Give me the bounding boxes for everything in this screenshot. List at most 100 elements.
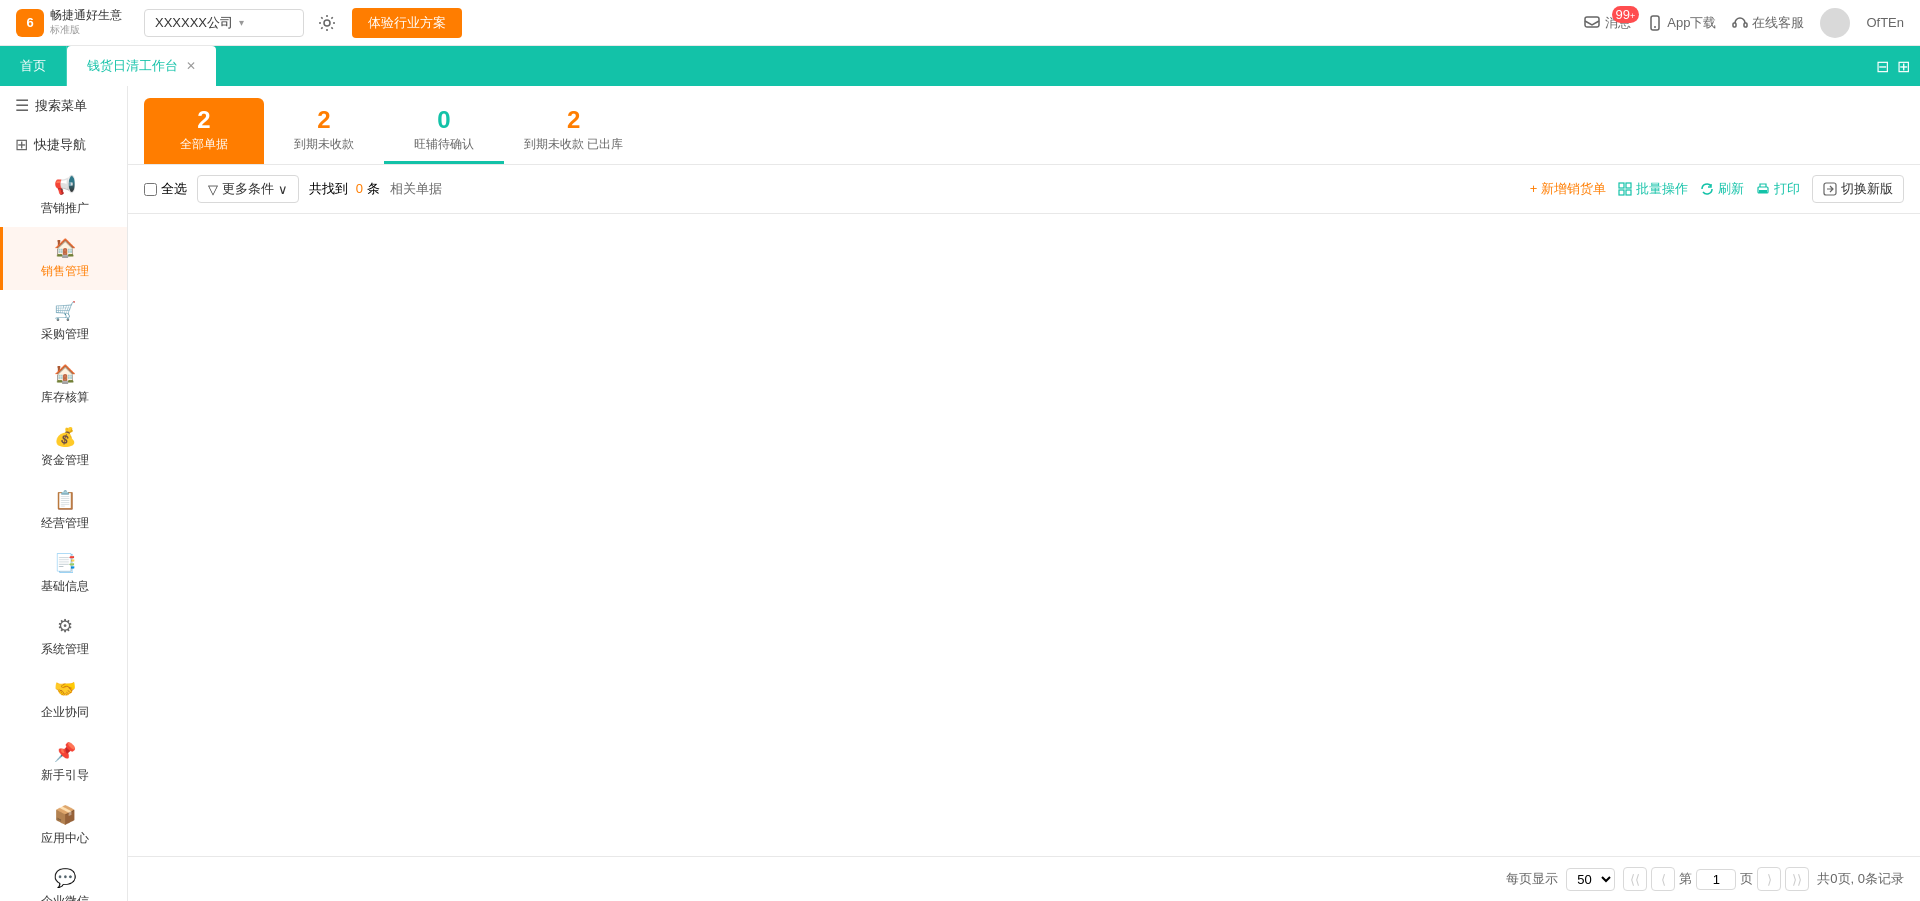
- nav-tab-actions: ⊟ ⊞: [1876, 57, 1920, 76]
- filter-chevron-icon: ∨: [278, 182, 288, 197]
- sidebar-marketing-label: 营销推广: [41, 200, 89, 217]
- batch-icon: [1618, 182, 1632, 196]
- switch-version-button[interactable]: 切换新版: [1812, 175, 1904, 203]
- svg-rect-9: [1626, 190, 1631, 195]
- sidebar-inventory-label: 库存核算: [41, 389, 89, 406]
- online-service-button[interactable]: 在线客服: [1732, 14, 1804, 32]
- gear-icon: [318, 14, 336, 32]
- select-all-checkbox[interactable]: 全选: [144, 180, 187, 198]
- sidebar-item-purchase[interactable]: 🛒 采购管理: [0, 290, 127, 353]
- stat-label-all: 全部单据: [164, 136, 244, 153]
- add-sales-order-button[interactable]: + 新增销货单: [1530, 180, 1606, 198]
- tab-workbench-label: 钱货日清工作台: [87, 57, 178, 75]
- filter-result: 共找到 0条: [309, 180, 380, 198]
- sidebar-item-basic[interactable]: 📑 基础信息: [0, 542, 127, 605]
- filter-icon: ▽: [208, 182, 218, 197]
- table-area: [128, 214, 1920, 856]
- sidebar-item-finance[interactable]: 💰 资金管理: [0, 416, 127, 479]
- page-size-select[interactable]: 50: [1566, 868, 1615, 891]
- settings-button[interactable]: [312, 8, 342, 38]
- related-label[interactable]: 相关单据: [390, 180, 442, 198]
- svg-rect-5: [1744, 23, 1747, 27]
- logo-text: 畅捷通好生意: [50, 8, 122, 24]
- try-industry-button[interactable]: 体验行业方案: [352, 8, 462, 38]
- tab-maximize-icon[interactable]: ⊞: [1897, 57, 1910, 76]
- sidebar-item-inventory[interactable]: 🏠 库存核算: [0, 353, 127, 416]
- sidebar-item-enterprise[interactable]: 🤝 企业协同: [0, 668, 127, 731]
- page-navigation: ⟨⟨ ⟨ 第 页 ⟩ ⟩⟩: [1623, 867, 1809, 891]
- page-size-label: 每页显示: [1506, 870, 1558, 888]
- stat-label-overdue: 到期未收款: [284, 136, 364, 153]
- stat-label-pending: 旺辅待确认: [404, 136, 484, 153]
- batch-operation-button[interactable]: 批量操作: [1618, 180, 1688, 198]
- sidebar-finance-label: 资金管理: [41, 452, 89, 469]
- pagination: 每页显示 50 ⟨⟨ ⟨ 第 页 ⟩ ⟩⟩ 共0页, 0条记录: [128, 856, 1920, 901]
- first-page-button[interactable]: ⟨⟨: [1623, 867, 1647, 891]
- select-all-label: 全选: [161, 180, 187, 198]
- sidebar-item-appcenter[interactable]: 📦 应用中心: [0, 794, 127, 857]
- refresh-button[interactable]: 刷新: [1700, 180, 1744, 198]
- stat-cards: 2 全部单据 2 到期未收款 0 旺辅待确认 2 到期未收款 已出库: [128, 86, 1920, 165]
- basic-icon: 📑: [54, 552, 76, 574]
- stat-card-overdue-out[interactable]: 2 到期未收款 已出库: [504, 98, 643, 164]
- guide-icon: 📌: [54, 741, 76, 763]
- stat-card-all[interactable]: 2 全部单据: [144, 98, 264, 164]
- prev-page-button[interactable]: ⟨: [1651, 867, 1675, 891]
- headset-icon: [1732, 15, 1748, 31]
- finance-icon: 💰: [54, 426, 76, 448]
- top-header: 6 畅捷通好生意 标准版 XXXXXX公司 ▾ 体验行业方案 消息 99+: [0, 0, 1920, 46]
- tab-minimize-icon[interactable]: ⊟: [1876, 57, 1889, 76]
- print-label: 打印: [1774, 180, 1800, 198]
- phone-icon: [1647, 15, 1663, 31]
- print-button[interactable]: 打印: [1756, 180, 1800, 198]
- stat-num-overdue: 2: [284, 106, 364, 134]
- batch-label: 批量操作: [1636, 180, 1688, 198]
- stat-card-overdue[interactable]: 2 到期未收款: [264, 98, 384, 164]
- tab-home-label: 首页: [20, 57, 46, 75]
- stat-num-pending: 0: [404, 106, 484, 134]
- company-selector[interactable]: XXXXXX公司 ▾: [144, 9, 304, 37]
- svg-rect-4: [1733, 23, 1736, 27]
- avatar[interactable]: [1820, 8, 1850, 38]
- filter-unit: 条: [367, 181, 380, 196]
- logo-area: 6 畅捷通好生意 标准版: [16, 8, 144, 38]
- refresh-icon: [1700, 182, 1714, 196]
- sidebar-nav[interactable]: ⊞ 快捷导航: [0, 125, 127, 164]
- sidebar-appcenter-label: 应用中心: [41, 830, 89, 847]
- sidebar-item-system[interactable]: ⚙ 系统管理: [0, 605, 127, 668]
- select-all-input[interactable]: [144, 183, 157, 196]
- switch-label: 切换新版: [1841, 180, 1893, 198]
- header-right: 消息 99+ App下载 在线客服 OfTEn: [1583, 8, 1904, 38]
- tab-home[interactable]: 首页: [0, 46, 67, 86]
- logo-icon: 6: [16, 9, 44, 37]
- toolbar: 全选 ▽ 更多条件 ∨ 共找到 0条 相关单据 + 新增销货单: [128, 165, 1920, 214]
- sidebar-item-wechat[interactable]: 💬 企业微信: [0, 857, 127, 901]
- filter-button[interactable]: ▽ 更多条件 ∨: [197, 175, 299, 203]
- sidebar-operation-label: 经营管理: [41, 515, 89, 532]
- sidebar-item-sales[interactable]: 🏠 销售管理: [0, 227, 127, 290]
- message-button[interactable]: 消息 99+: [1583, 14, 1631, 32]
- sidebar-item-marketing[interactable]: 📢 营销推广: [0, 164, 127, 227]
- last-page-button[interactable]: ⟩⟩: [1785, 867, 1809, 891]
- app-download-button[interactable]: App下载: [1647, 14, 1716, 32]
- sidebar-search[interactable]: ☰ 搜索菜单: [0, 86, 127, 125]
- filter-label: 更多条件: [222, 180, 274, 198]
- stat-card-pending[interactable]: 0 旺辅待确认: [384, 98, 504, 164]
- username[interactable]: OfTEn: [1866, 15, 1904, 30]
- message-badge: 99+: [1612, 6, 1640, 23]
- message-icon: [1583, 14, 1601, 32]
- filter-count: 0: [356, 181, 363, 196]
- next-page-button[interactable]: ⟩: [1757, 867, 1781, 891]
- sidebar-item-guide[interactable]: 📌 新手引导: [0, 731, 127, 794]
- sidebar-item-operation[interactable]: 📋 经营管理: [0, 479, 127, 542]
- sidebar-purchase-label: 采购管理: [41, 326, 89, 343]
- tab-workbench[interactable]: 钱货日清工作台 ✕: [67, 46, 216, 86]
- page-prefix: 第: [1679, 870, 1692, 888]
- sidebar-search-label: 搜索菜单: [35, 97, 87, 115]
- nav-tabs: 首页 钱货日清工作台 ✕ ⊟ ⊞: [0, 46, 1920, 86]
- page-input[interactable]: [1696, 869, 1736, 890]
- page-suffix: 页: [1740, 870, 1753, 888]
- tab-close-icon[interactable]: ✕: [186, 59, 196, 73]
- wechat-icon: 💬: [54, 867, 76, 889]
- sidebar-wechat-label: 企业微信: [41, 893, 89, 901]
